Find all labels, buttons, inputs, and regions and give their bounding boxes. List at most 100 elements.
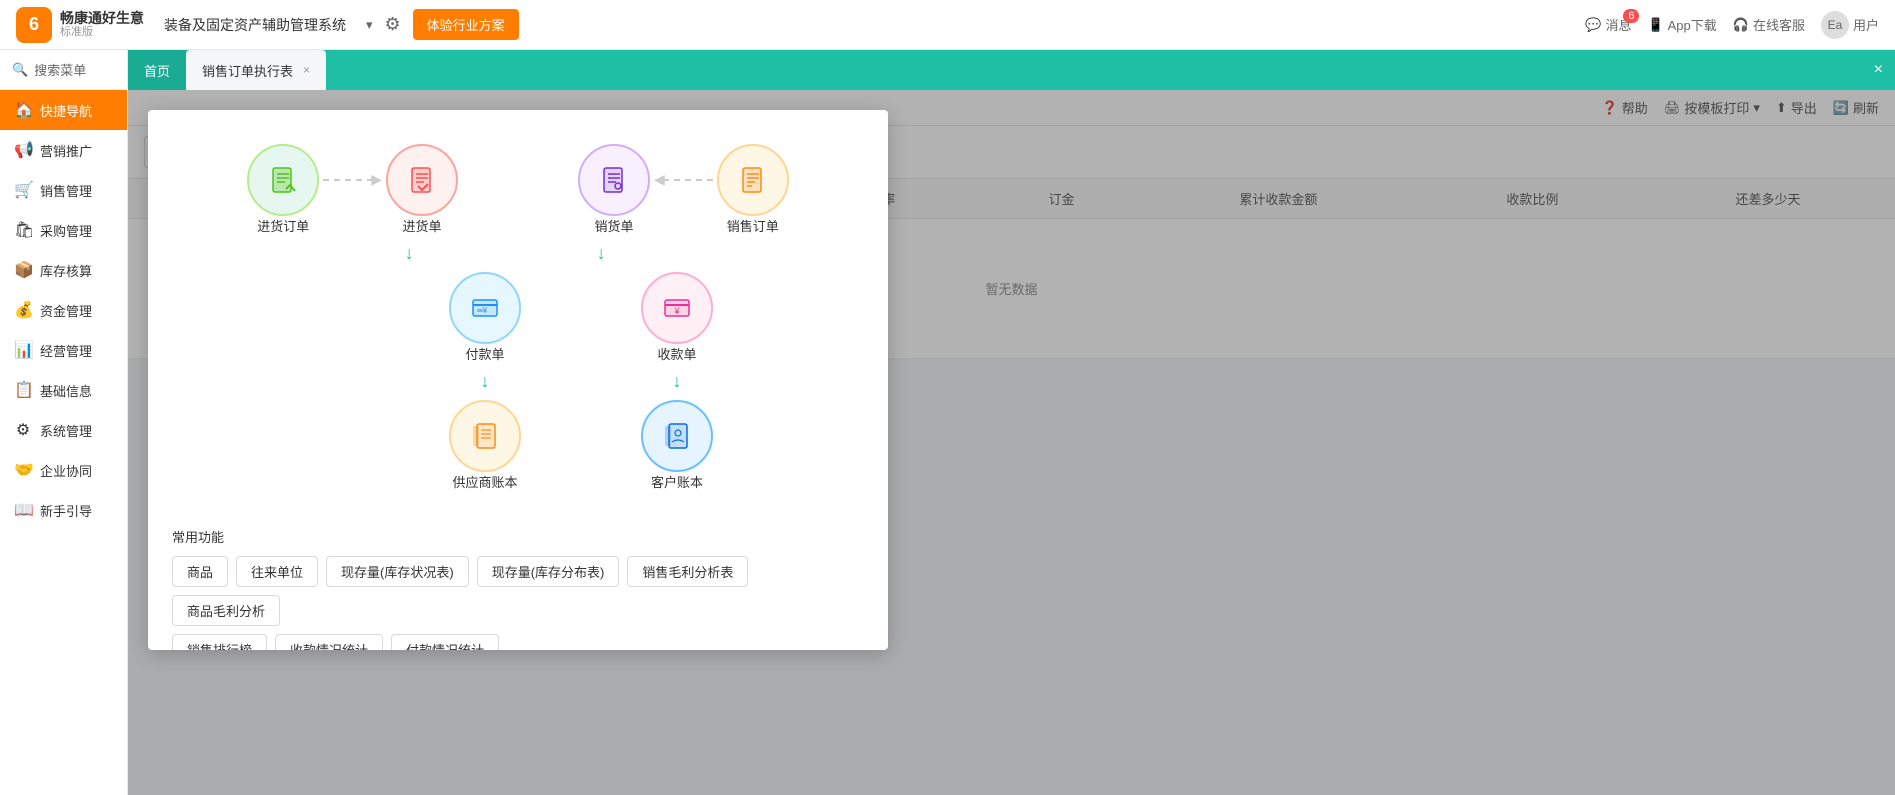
flow-node-purchase-order[interactable]: 进货订单: [247, 144, 319, 235]
sidebar-item-label-finance: 资金管理: [40, 301, 92, 320]
sidebar-menu: 🏠 快捷导航 📢 营销推广 🛒 销售管理 🛍 采购管理 📦 库存核: [0, 90, 127, 795]
marketing-icon: 📢: [14, 140, 32, 160]
sidebar-item-basic[interactable]: 📋 基础信息: [0, 370, 127, 410]
purchase-bill-icon: [386, 144, 458, 216]
headset-icon: 🎧: [1733, 17, 1749, 33]
function-buttons-row2: 销售排行榜收款情况统计付款情况统计: [172, 634, 864, 650]
tab-home-label: 首页: [144, 61, 170, 80]
sidebar-item-enterprise[interactable]: 🤝 企业协同: [0, 450, 127, 490]
svg-text:¥: ¥: [673, 306, 680, 316]
flow-node-payment[interactable]: ¥ 付款单: [449, 272, 521, 363]
func-btn-6[interactable]: 销售排行榜: [172, 634, 267, 650]
func-btn-5[interactable]: 商品毛利分析: [172, 595, 280, 626]
system-icon: ⚙: [14, 420, 32, 440]
func-btn-7[interactable]: 收款情况统计: [275, 634, 383, 650]
sidebar: 🔍 搜索菜单 🏠 快捷导航 📢 营销推广 🛒 销售管理 🛍: [0, 50, 128, 795]
sidebar-item-inventory[interactable]: 📦 库存核算: [0, 250, 127, 290]
common-functions: 常用功能 商品往来单位现存量(库存状况表)现存量(库存分布表)销售毛利分析表商品…: [172, 527, 864, 650]
customer-ledger-label: 客户账本: [651, 472, 703, 491]
sidebar-item-purchase[interactable]: 🛍 采购管理: [0, 210, 127, 250]
sidebar-item-label-newbie: 新手引导: [40, 501, 92, 520]
sidebar-item-label-operations: 经营管理: [40, 341, 92, 360]
enterprise-icon: 🤝: [14, 460, 32, 480]
receipt-label: 收款单: [657, 344, 696, 363]
newbie-icon: 📖: [14, 500, 32, 520]
func-btn-1[interactable]: 往来单位: [236, 556, 318, 587]
user-label: 用户: [1853, 15, 1879, 34]
flow-node-customer-ledger[interactable]: 客户账本: [641, 400, 713, 491]
tabs-bar: 首页 销售订单执行表 × ×: [128, 50, 1895, 90]
purchase-order-icon: [247, 144, 319, 216]
sidebar-item-label-purchase: 采购管理: [40, 221, 92, 240]
sidebar-item-finance[interactable]: 💰 资金管理: [0, 290, 127, 330]
sidebar-item-label-system: 系统管理: [40, 421, 92, 440]
finance-icon: 💰: [14, 300, 32, 320]
function-buttons: 商品往来单位现存量(库存状况表) 现存量(库存分布表)销售毛利分析表商品毛利分析: [172, 556, 864, 626]
sidebar-item-system[interactable]: ⚙ 系统管理: [0, 410, 127, 450]
sidebar-item-label-quick-nav: 快捷导航: [40, 101, 92, 120]
func-btn-3[interactable]: 现存量(库存分布表): [477, 556, 620, 587]
online-service-item[interactable]: 🎧 在线客服: [1733, 15, 1805, 34]
tab-sales-order[interactable]: 销售订单执行表 ×: [186, 50, 326, 90]
sidebar-item-label-marketing: 营销推广: [40, 141, 92, 160]
payment-label: 付款单: [465, 344, 504, 363]
search-icon: 🔍: [12, 62, 28, 78]
func-btn-2[interactable]: 现存量(库存状况表): [326, 556, 469, 587]
search-menu[interactable]: 🔍 搜索菜单: [0, 50, 127, 90]
sales-icon: 🛒: [14, 180, 32, 200]
flow-node-supplier-ledger[interactable]: 供应商账本: [449, 400, 521, 491]
user-item[interactable]: Ea 用户: [1821, 11, 1879, 39]
customer-ledger-icon: [641, 400, 713, 472]
func-btn-0[interactable]: 商品: [172, 556, 228, 587]
sales-order-label: 销售订单: [727, 216, 779, 235]
sidebar-item-quick-nav[interactable]: 🏠 快捷导航: [0, 90, 127, 130]
logo-text: 畅康通好生意 标准版: [60, 10, 144, 40]
settings-icon[interactable]: ⚙: [385, 14, 401, 35]
sidebar-item-label-sales: 销售管理: [40, 181, 92, 200]
app-icon: 📱: [1647, 17, 1663, 33]
supplier-ledger-icon: [449, 400, 521, 472]
brand-sub: 标准版: [60, 26, 144, 39]
flow-node-purchase-bill[interactable]: 进货单: [386, 144, 458, 235]
app-download-item[interactable]: 📱 App下载: [1647, 15, 1716, 34]
inventory-icon: 📦: [14, 260, 32, 280]
supplier-ledger-label: 供应商账本: [452, 472, 517, 491]
tab-home[interactable]: 首页: [128, 50, 186, 90]
tabs-close-all[interactable]: ×: [1874, 61, 1883, 79]
brand-main: 畅康通好生意: [60, 10, 144, 27]
message-badge: 6: [1623, 9, 1639, 23]
sidebar-item-sales[interactable]: 🛒 销售管理: [0, 170, 127, 210]
search-label: 搜索菜单: [34, 60, 86, 79]
tabs-right: ×: [1874, 61, 1895, 79]
func-btn-4[interactable]: 销售毛利分析表: [627, 556, 748, 587]
system-title: 装备及固定资产辅助管理系统: [164, 15, 346, 35]
func-btn-8[interactable]: 付款情况统计: [391, 634, 499, 650]
modal-overlay: 进货订单 ▶: [128, 90, 1895, 795]
flow-node-sales-order[interactable]: 销售订单: [717, 144, 789, 235]
sidebar-item-newbie[interactable]: 📖 新手引导: [0, 490, 127, 530]
flow-node-sales-bill[interactable]: 销货单: [578, 144, 650, 235]
modal-box: 进货订单 ▶: [148, 110, 888, 650]
logo-icon: 6: [16, 7, 52, 43]
sidebar-item-label-inventory: 库存核算: [40, 261, 92, 280]
user-avatar: Ea: [1821, 11, 1849, 39]
purchase-order-label: 进货订单: [257, 216, 309, 235]
operations-icon: 📊: [14, 340, 32, 360]
svg-text:¥: ¥: [482, 306, 488, 315]
topbar-center: 装备及固定资产辅助管理系统 ▾ ⚙ 体验行业方案: [164, 9, 1585, 40]
purchase-icon: 🛍: [14, 220, 32, 240]
sidebar-item-marketing[interactable]: 📢 营销推广: [0, 130, 127, 170]
app-download-label: App下载: [1668, 15, 1717, 34]
experience-button[interactable]: 体验行业方案: [413, 9, 519, 40]
online-service-label: 在线客服: [1753, 15, 1805, 34]
purchase-bill-label: 进货单: [402, 216, 441, 235]
sidebar-item-operations[interactable]: 📊 经营管理: [0, 330, 127, 370]
message-item[interactable]: 💬 消息 6: [1585, 15, 1631, 34]
sales-bill-icon: [578, 144, 650, 216]
tab-close-icon[interactable]: ×: [303, 63, 310, 77]
logo-area: 6 畅康通好生意 标准版: [16, 7, 144, 43]
sales-order-icon: [717, 144, 789, 216]
system-dropdown[interactable]: ▾: [366, 17, 373, 33]
flow-node-receipt[interactable]: ¥ 收款单: [641, 272, 713, 363]
user-avatar-text: Ea: [1828, 18, 1843, 32]
